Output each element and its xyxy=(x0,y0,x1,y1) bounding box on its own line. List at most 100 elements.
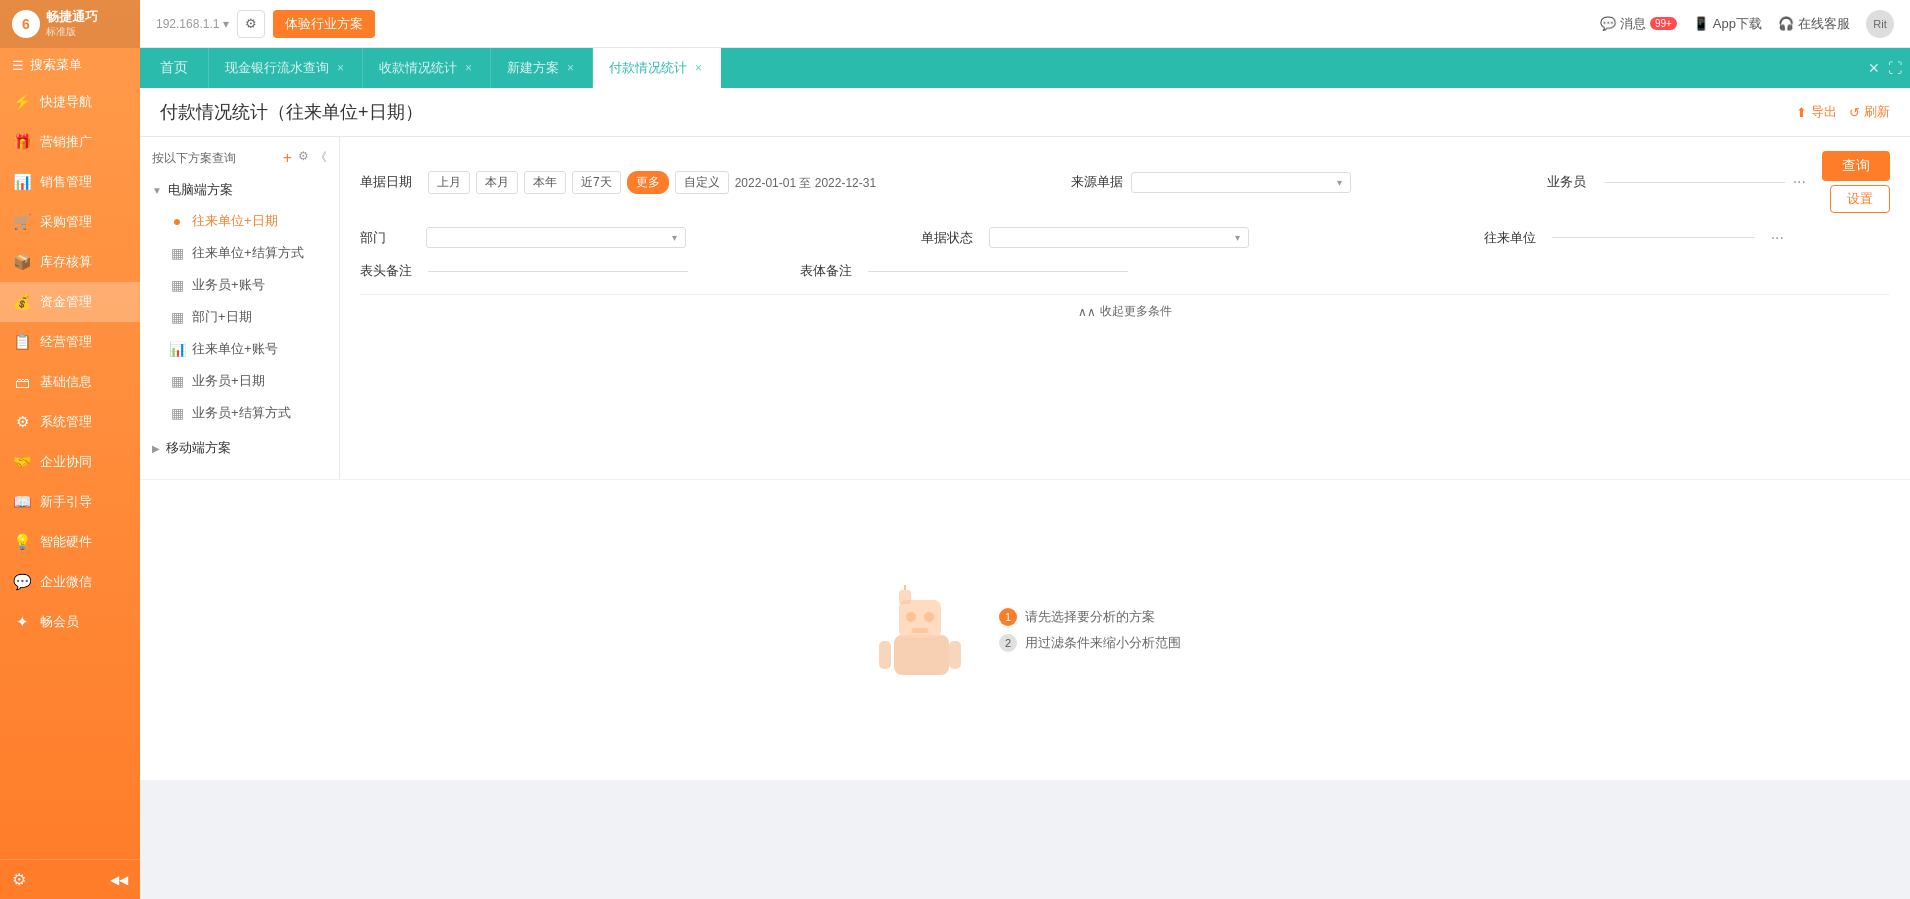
phone-icon: 📱 xyxy=(1693,16,1709,31)
vendor-dots-btn[interactable]: ··· xyxy=(1771,229,1784,247)
filter-settings-btn[interactable]: 设置 xyxy=(1830,185,1890,213)
sidebar-item-purchase[interactable]: 🛒 采购管理 xyxy=(0,202,140,242)
doc-status-select[interactable]: ▾ xyxy=(989,227,1249,248)
scheme-collapse-btn[interactable]: 《 xyxy=(315,149,327,167)
tabs-bar: 首页 现金银行流水查询 × 收款情况统计 × 新建方案 × 付款情况统计 × ✕… xyxy=(140,48,1910,88)
member-icon: ✦ xyxy=(12,612,32,632)
scheme-item-salesman-account[interactable]: ▦ 业务员+账号 xyxy=(140,269,339,301)
sidebar-item-hardware[interactable]: 💡 智能硬件 xyxy=(0,522,140,562)
dept-select[interactable]: ▾ xyxy=(426,227,686,248)
date-btn-this-month[interactable]: 本月 xyxy=(476,171,518,194)
tab-home[interactable]: 首页 xyxy=(140,48,209,88)
scheme-item-vendor-date[interactable]: ● 往来单位+日期 xyxy=(140,205,339,237)
collapse-bar[interactable]: ∧∧ 收起更多条件 xyxy=(360,294,1890,328)
date-btn-this-year[interactable]: 本年 xyxy=(524,171,566,194)
sidebar-item-quick-nav[interactable]: ⚡ 快捷导航 xyxy=(0,82,140,122)
export-icon: ⬆ xyxy=(1796,105,1807,120)
header-remark-label: 表头备注 xyxy=(360,262,412,280)
trial-btn[interactable]: 体验行业方案 xyxy=(273,10,375,38)
sidebar-item-marketing[interactable]: 🎁 营销推广 xyxy=(0,122,140,162)
scheme-item-salesman-payment[interactable]: ▦ 业务员+结算方式 xyxy=(140,397,339,429)
source-select[interactable]: ▾ xyxy=(1131,172,1351,193)
tab-close-all-icon[interactable]: ✕ xyxy=(1868,60,1880,76)
empty-hint-1: 1 请先选择要分析的方案 xyxy=(999,608,1181,626)
dept-label: 部门 xyxy=(360,229,410,247)
sidebar-collapse-icon[interactable]: ◀◀ xyxy=(110,873,128,887)
svg-rect-5 xyxy=(879,641,891,669)
sidebar-search[interactable]: ☰ 搜索菜单 xyxy=(0,48,140,82)
svg-rect-6 xyxy=(949,641,961,669)
tab-new-scheme[interactable]: 新建方案 × xyxy=(491,48,593,88)
date-btn-custom[interactable]: 自定义 xyxy=(675,171,729,194)
online-service-btn[interactable]: 🎧 在线客服 xyxy=(1778,15,1850,33)
sidebar-item-coop[interactable]: 🤝 企业协同 xyxy=(0,442,140,482)
collapse-btn[interactable]: ∧∧ 收起更多条件 xyxy=(1078,303,1172,320)
tab-close-new-scheme[interactable]: × xyxy=(565,59,576,77)
sidebar-item-fund[interactable]: 💰 资金管理 xyxy=(0,282,140,322)
svg-rect-7 xyxy=(899,590,911,604)
sidebar-item-inventory[interactable]: 📦 库存核算 xyxy=(0,242,140,282)
tab-close-bank-flow[interactable]: × xyxy=(335,59,346,77)
scheme-mobile-header[interactable]: ▶ 移动端方案 xyxy=(140,433,339,463)
sidebar-item-basic-info[interactable]: 🗃 基础信息 xyxy=(0,362,140,402)
hardware-icon: 💡 xyxy=(12,532,32,552)
refresh-icon: ↺ xyxy=(1849,105,1860,120)
vendor-payment-icon: ▦ xyxy=(168,245,186,261)
empty-hints: 1 请先选择要分析的方案 2 用过滤条件来缩小分析范围 xyxy=(999,608,1181,652)
scheme-header-actions: + ⚙ 《 xyxy=(283,149,327,167)
sidebar: 6 畅捷通巧 标准版 ☰ 搜索菜单 ⚡ 快捷导航 🎁 营销推广 📊 销售管理 🛒… xyxy=(0,0,140,899)
sidebar-item-wechat[interactable]: 💬 企业微信 xyxy=(0,562,140,602)
mobile-arrow-icon: ▶ xyxy=(152,443,160,454)
scheme-panel-header: 按以下方案查询 + ⚙ 《 xyxy=(140,149,339,175)
date-btn-7days[interactable]: 近7天 xyxy=(572,171,621,194)
salesman-date-icon: ▦ xyxy=(168,373,186,389)
hint-num-2: 2 xyxy=(999,634,1017,652)
sidebar-item-sales[interactable]: 📊 销售管理 xyxy=(0,162,140,202)
svg-point-2 xyxy=(906,612,916,622)
message-icon: 💬 xyxy=(1600,16,1616,31)
date-range-display: 2022-01-01 至 2022-12-31 xyxy=(735,175,876,192)
quick-nav-icon: ⚡ xyxy=(12,92,32,112)
empty-state: 1 请先选择要分析的方案 2 用过滤条件来缩小分析范围 xyxy=(140,480,1910,780)
dept-date-icon: ▦ xyxy=(168,309,186,325)
vendor-account-icon: 📊 xyxy=(168,341,186,357)
scheme-item-vendor-payment[interactable]: ▦ 往来单位+结算方式 xyxy=(140,237,339,269)
page-header: 付款情况统计（往来单位+日期） ⬆ 导出 ↺ 刷新 xyxy=(140,88,1910,137)
salesman-dots-btn[interactable]: ··· xyxy=(1793,173,1806,191)
tab-close-payment-stats[interactable]: × xyxy=(693,59,704,77)
query-panel: 按以下方案查询 + ⚙ 《 ▼ 电脑端方案 ● 往来单位+日期 xyxy=(140,137,1910,479)
topbar-right: 💬 消息 99+ 📱 App下载 🎧 在线客服 Rit xyxy=(1600,10,1894,38)
scheme-settings-btn[interactable]: ⚙ xyxy=(298,149,309,167)
tab-bank-flow[interactable]: 现金银行流水查询 × xyxy=(209,48,363,88)
export-btn[interactable]: ⬆ 导出 xyxy=(1796,103,1837,121)
date-btn-more[interactable]: 更多 xyxy=(627,171,669,194)
sidebar-item-operation[interactable]: 📋 经营管理 xyxy=(0,322,140,362)
scheme-item-vendor-account[interactable]: 📊 往来单位+账号 xyxy=(140,333,339,365)
scheme-add-btn[interactable]: + xyxy=(283,149,292,167)
notifications-btn[interactable]: 💬 消息 99+ xyxy=(1600,15,1677,33)
notification-badge: 99+ xyxy=(1650,17,1677,30)
topbar-dropdown-icon[interactable]: ▾ xyxy=(223,17,229,31)
tab-receivable-stats[interactable]: 收款情况统计 × xyxy=(363,48,491,88)
scheme-item-salesman-date[interactable]: ▦ 业务员+日期 xyxy=(140,365,339,397)
scheme-item-dept-date[interactable]: ▦ 部门+日期 xyxy=(140,301,339,333)
tab-close-receivable[interactable]: × xyxy=(463,59,474,77)
topbar-settings-btn[interactable]: ⚙ xyxy=(237,10,265,38)
tab-payment-stats[interactable]: 付款情况统计 × xyxy=(593,48,721,88)
user-avatar[interactable]: Rit xyxy=(1866,10,1894,38)
sidebar-settings-icon[interactable]: ⚙ xyxy=(12,870,26,889)
sidebar-item-guide[interactable]: 📖 新手引导 xyxy=(0,482,140,522)
fund-icon: 💰 xyxy=(12,292,32,312)
date-btn-last-month[interactable]: 上月 xyxy=(428,171,470,194)
scheme-desktop-header[interactable]: ▼ 电脑端方案 xyxy=(140,175,339,205)
filter-row-1: 单据日期 上月 本月 本年 近7天 更多 自定义 2022-01-01 至 20… xyxy=(360,151,1890,213)
sidebar-item-system[interactable]: ⚙ 系统管理 xyxy=(0,402,140,442)
settings-icon: ⚙ xyxy=(245,16,257,31)
scheme-mobile-group: ▶ 移动端方案 xyxy=(140,433,339,463)
app-download-btn[interactable]: 📱 App下载 xyxy=(1693,15,1762,33)
robot-svg xyxy=(869,585,969,675)
tab-expand-icon[interactable]: ⛶ xyxy=(1888,60,1902,76)
query-btn[interactable]: 查询 xyxy=(1822,151,1890,181)
sidebar-item-member[interactable]: ✦ 畅会员 xyxy=(0,602,140,642)
refresh-btn[interactable]: ↺ 刷新 xyxy=(1849,103,1890,121)
